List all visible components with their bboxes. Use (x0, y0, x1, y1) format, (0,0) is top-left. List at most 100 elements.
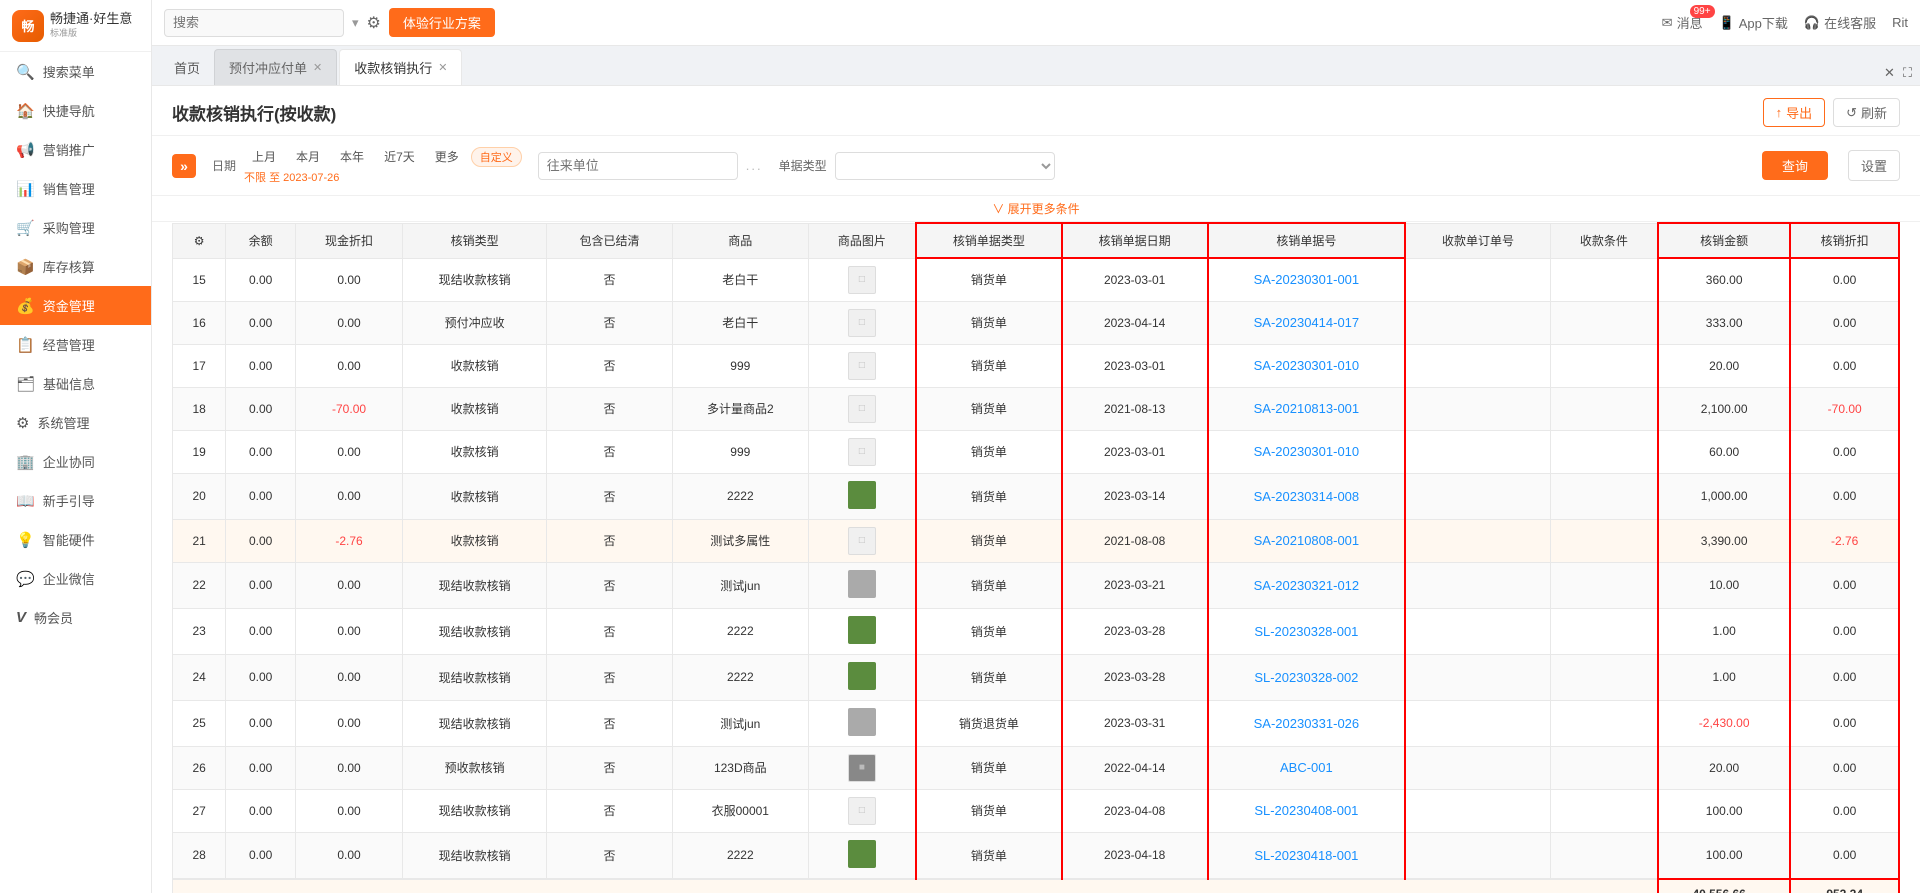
tab-prepay[interactable]: 预付冲应付单 ✕ (214, 49, 337, 85)
app-download-item[interactable]: 📱 App下载 (1719, 13, 1788, 32)
date-opt-this-month[interactable]: 本月 (288, 146, 328, 167)
cell-goods-img (808, 654, 916, 700)
expand-more-bar[interactable]: ∨ 展开更多条件 (152, 196, 1920, 222)
sidebar-item-capital[interactable]: 💰 资金管理 (0, 286, 151, 325)
table-row: 21 0.00 -2.76 收款核销 否 测试多属性 □ 销货单 2021-08… (173, 519, 1900, 562)
close-window-icon[interactable]: ✕ (1884, 65, 1895, 81)
cell-cash-discount: 0.00 (296, 832, 403, 879)
sidebar-item-inventory[interactable]: 📦 库存核算 (0, 247, 151, 286)
cell-payment-terms (1550, 430, 1658, 473)
sidebar-item-guide[interactable]: 📖 新手引导 (0, 481, 151, 520)
cell-writeoff-bill-type: 销货退货单 (916, 700, 1062, 746)
sidebar-item-sales[interactable]: 📊 销售管理 (0, 169, 151, 208)
cell-writeoff-discount: 0.00 (1790, 832, 1899, 879)
cell-balance: 0.00 (226, 562, 296, 608)
cell-no: 28 (173, 832, 226, 879)
query-button[interactable]: 查询 (1762, 151, 1828, 180)
cell-writeoff-bill-type: 销货单 (916, 746, 1062, 789)
cell-type: 现结收款核销 (403, 258, 547, 301)
gear-icon[interactable]: ⚙ (367, 13, 381, 33)
sidebar-item-member[interactable]: V 畅会员 (0, 598, 151, 637)
total-writeoff-amount: 40,556,66... (1658, 879, 1790, 893)
tab-home[interactable]: 首页 (160, 50, 214, 85)
service-label: 在线客服 (1824, 13, 1876, 32)
tab-prepay-close[interactable]: ✕ (313, 61, 322, 74)
export-button[interactable]: ↑ 导出 (1763, 98, 1826, 127)
cell-payment-terms (1550, 301, 1658, 344)
operations-icon: 📋 (16, 336, 35, 354)
cell-payment-terms (1550, 789, 1658, 832)
sidebar-item-wechat[interactable]: 💬 企业微信 (0, 559, 151, 598)
topbar: ▾ ⚙ 体验行业方案 ✉ 消息 99+ 📱 App下载 🎧 在线客服 Rit (152, 0, 1920, 46)
col-goods-img: 商品图片 (808, 223, 916, 258)
sidebar-item-enterprise[interactable]: 🏢 企业协同 (0, 442, 151, 481)
cell-writeoff-no: SL-20230328-002 (1208, 654, 1406, 700)
bill-type-select[interactable] (835, 152, 1055, 180)
cell-writeoff-date: 2023-03-14 (1062, 473, 1208, 519)
refresh-button[interactable]: ↺ 刷新 (1833, 98, 1900, 127)
cell-writeoff-date: 2023-03-31 (1062, 700, 1208, 746)
tab-collection-close[interactable]: ✕ (438, 61, 447, 74)
cell-included: 否 (547, 301, 673, 344)
table-row: 16 0.00 0.00 预付冲应收 否 老白干 □ 销货单 2023-04-1… (173, 301, 1900, 344)
sidebar-item-quick-nav[interactable]: 🏠 快捷导航 (0, 91, 151, 130)
maximize-icon[interactable]: ⛶ (1903, 65, 1912, 81)
cell-writeoff-amount: 333.00 (1658, 301, 1790, 344)
user-item[interactable]: Rit (1892, 15, 1908, 30)
col-setting[interactable]: ⚙ (173, 223, 226, 258)
sidebar-item-operations[interactable]: 📋 经营管理 (0, 325, 151, 364)
cell-writeoff-date: 2023-03-01 (1062, 430, 1208, 473)
cell-included: 否 (547, 654, 673, 700)
sidebar-item-hardware[interactable]: 💡 智能硬件 (0, 520, 151, 559)
cell-type: 预付冲应收 (403, 301, 547, 344)
cell-no: 17 (173, 344, 226, 387)
table-row: 23 0.00 0.00 现结收款核销 否 2222 销货单 2023-03-2… (173, 608, 1900, 654)
cell-writeoff-bill-type: 销货单 (916, 473, 1062, 519)
col-included: 包含已结清 (547, 223, 673, 258)
logo: 畅 畅捷通·好生意 标准版 (0, 0, 151, 52)
cell-writeoff-bill-type: 销货单 (916, 387, 1062, 430)
search-input[interactable] (164, 9, 344, 37)
sidebar-item-system[interactable]: ⚙ 系统管理 (0, 403, 151, 442)
cell-writeoff-bill-type: 销货单 (916, 789, 1062, 832)
sidebar-item-purchase[interactable]: 🛒 采购管理 (0, 208, 151, 247)
cell-balance: 0.00 (226, 608, 296, 654)
cell-writeoff-no: SA-20230331-026 (1208, 700, 1406, 746)
date-opt-7days[interactable]: 近7天 (376, 146, 423, 167)
col-collection-no: 收款单订单号 (1405, 223, 1550, 258)
dropdown-arrow-icon[interactable]: ▾ (352, 15, 359, 31)
cell-goods-img: □ (808, 344, 916, 387)
date-opt-this-year[interactable]: 本年 (332, 146, 372, 167)
cell-no: 27 (173, 789, 226, 832)
cell-writeoff-no: SA-20230414-017 (1208, 301, 1406, 344)
date-opt-more[interactable]: 更多 (427, 146, 467, 167)
cell-cash-discount: 0.00 (296, 473, 403, 519)
partner-input[interactable] (538, 152, 738, 180)
sidebar-item-basic[interactable]: 🗂 基础信息 (0, 364, 151, 403)
cell-writeoff-date: 2023-04-18 (1062, 832, 1208, 879)
logo-icon: 畅 (12, 10, 44, 42)
date-opt-last-month[interactable]: 上月 (244, 146, 284, 167)
cell-goods-img: □ (808, 430, 916, 473)
industry-btn[interactable]: 体验行业方案 (389, 8, 495, 37)
date-label: 日期 (212, 157, 236, 174)
cell-goods: 老白干 (672, 258, 808, 301)
filter-toggle-btn[interactable]: » (172, 154, 196, 178)
cell-cash-discount: 0.00 (296, 301, 403, 344)
cell-writeoff-amount: 1.00 (1658, 654, 1790, 700)
total-row: 40,556,66... 952.24 (173, 879, 1900, 893)
date-opt-custom[interactable]: 自定义 (471, 147, 522, 167)
table-wrap[interactable]: ⚙ 余额 现金折扣 核销类型 包含已结清 商品 商品图片 核销单据类型 核销单据… (152, 222, 1920, 893)
cell-goods: 老白干 (672, 301, 808, 344)
setting-button[interactable]: 设置 (1848, 150, 1900, 181)
sidebar-item-search[interactable]: 🔍 搜索菜单 (0, 52, 151, 91)
notification-item[interactable]: ✉ 消息 99+ (1662, 13, 1703, 32)
cell-writeoff-discount: 0.00 (1790, 344, 1899, 387)
cell-goods-img: ■ (808, 746, 916, 789)
marketing-icon: 📢 (16, 141, 35, 159)
cell-payment-terms (1550, 832, 1658, 879)
cell-writeoff-no: SA-20210813-001 (1208, 387, 1406, 430)
sidebar-item-marketing[interactable]: 📢 营销推广 (0, 130, 151, 169)
tab-collection[interactable]: 收款核销执行 ✕ (339, 49, 462, 85)
online-service-item[interactable]: 🎧 在线客服 (1804, 13, 1876, 32)
